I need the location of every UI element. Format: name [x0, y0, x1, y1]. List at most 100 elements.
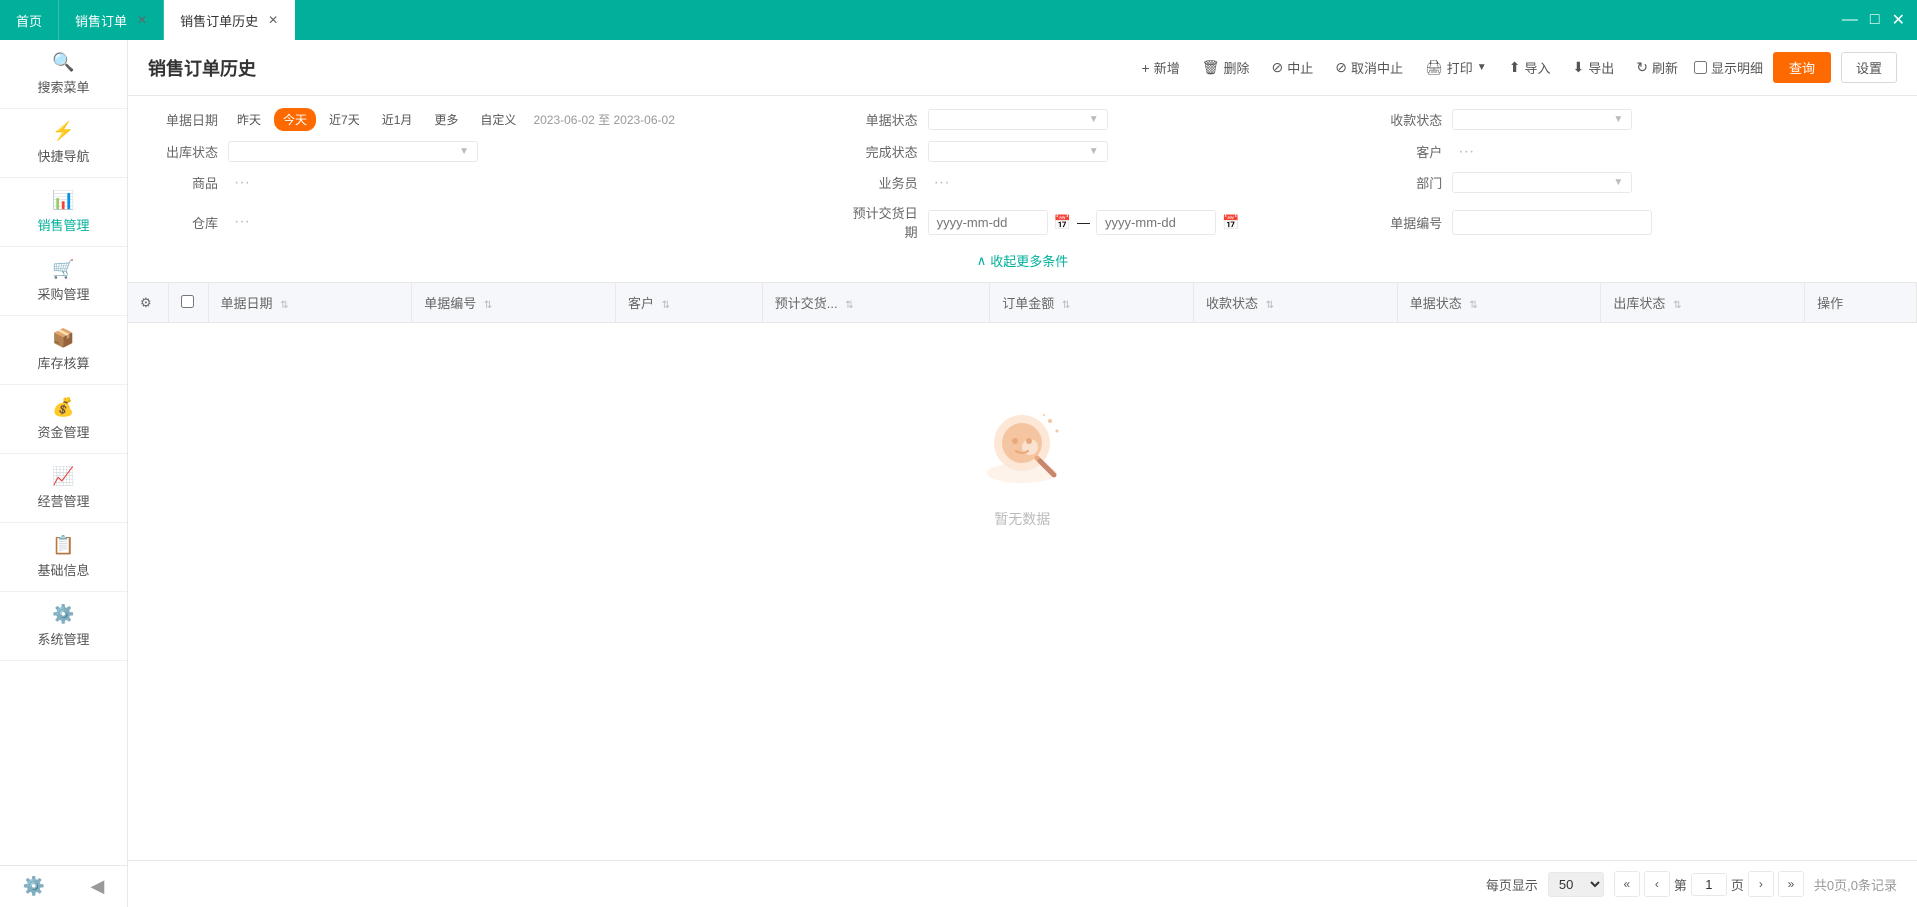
salesperson-dots-icon[interactable]: ··· [928, 174, 956, 192]
dept-label: 部门 [1372, 173, 1452, 192]
customer-control: ··· [1452, 143, 1897, 161]
print-button[interactable]: 🖨 打印 ▼ [1419, 54, 1493, 81]
tab-sales-order-history[interactable]: 销售订单历史 ✕ [164, 0, 295, 40]
goods-label: 商品 [148, 173, 228, 192]
table-cb-col[interactable] [168, 283, 208, 323]
show-detail-checkbox-area[interactable]: 显示明细 [1694, 58, 1763, 77]
sidebar-item-system[interactable]: ⚙️ 系统管理 [0, 592, 127, 661]
col-receipt-status[interactable]: 收款状态 ⇅ [1193, 283, 1397, 323]
order-no-input[interactable] [1452, 210, 1652, 235]
tab-sales-order[interactable]: 销售订单 ✕ [59, 0, 164, 40]
refresh-label: 刷新 [1652, 58, 1678, 77]
operations-icon: 📈 [52, 466, 74, 487]
sidebar-item-purchase[interactable]: 🛒 采购管理 [0, 247, 127, 316]
sidebar-item-finance[interactable]: 💰 资金管理 [0, 385, 127, 454]
delivery-date-to-input[interactable] [1096, 210, 1216, 235]
sidebar-item-basic-info-label: 基础信息 [37, 560, 89, 579]
customer-filter-section: 客户 ··· [1372, 142, 1897, 161]
prev-page-button[interactable]: ‹ [1644, 871, 1670, 897]
dept-select[interactable]: ▼ [1452, 172, 1632, 193]
sidebar-item-sales-label: 销售管理 [37, 215, 89, 234]
close-icon[interactable]: ✕ [1892, 10, 1905, 30]
order-status-label: 单据状态 [848, 110, 928, 129]
customer-dots-icon[interactable]: ··· [1452, 143, 1480, 161]
cancel-stop-button[interactable]: ⊘ 取消中止 [1329, 54, 1409, 81]
tab-sales-order-history-close[interactable]: ✕ [268, 13, 278, 27]
order-status-select[interactable]: ▼ [928, 109, 1108, 130]
calendar-to-icon[interactable]: 📅 [1222, 214, 1239, 231]
tab-sales-order-history-label: 销售订单历史 [180, 11, 258, 30]
sidebar-item-inventory[interactable]: 📦 库存核算 [0, 316, 127, 385]
complete-status-filter-section: 完成状态 ▼ [848, 141, 1373, 162]
complete-status-select[interactable]: ▼ [928, 141, 1108, 162]
col-customer[interactable]: 客户 ⇅ [615, 283, 762, 323]
col-action-label: 操作 [1817, 296, 1843, 311]
inventory-icon: 📦 [52, 328, 74, 349]
salesperson-control: ··· [928, 174, 1373, 192]
filter-area: 单据日期 昨天 今天 近7天 近1月 更多 自定义 2023-06-02 至 2… [128, 96, 1917, 283]
table-settings-col[interactable]: ⚙ [128, 283, 168, 323]
minimize-icon[interactable]: — [1842, 11, 1858, 29]
new-button[interactable]: + 新增 [1136, 54, 1186, 81]
date-btn-today[interactable]: 今天 [274, 108, 316, 131]
out-status-select[interactable]: ▼ [228, 141, 478, 162]
col-out-status-label: 出库状态 [1613, 296, 1665, 311]
tab-sales-order-label: 销售订单 [75, 11, 127, 30]
date-btn-7days[interactable]: 近7天 [320, 108, 369, 131]
date-btn-custom[interactable]: 自定义 [471, 108, 525, 131]
date-filter-section: 单据日期 昨天 今天 近7天 近1月 更多 自定义 2023-06-02 至 2… [148, 108, 848, 131]
col-order-no[interactable]: 单据编号 ⇅ [412, 283, 616, 323]
col-delivery[interactable]: 预计交货... ⇅ [762, 283, 989, 323]
print-icon: 🖨 [1425, 59, 1443, 76]
query-button[interactable]: 查询 [1773, 52, 1831, 83]
sidebar-collapse-icon[interactable]: ◀ [90, 876, 104, 897]
col-action: 操作 [1805, 283, 1917, 323]
date-btn-1month[interactable]: 近1月 [373, 108, 422, 131]
delivery-date-from-input[interactable] [928, 210, 1048, 235]
tab-home[interactable]: 首页 [0, 0, 59, 40]
date-btn-yesterday[interactable]: 昨天 [228, 108, 270, 131]
collapse-link[interactable]: ∧ 收起更多条件 [148, 251, 1897, 270]
sidebar-item-quicknav[interactable]: ⚡ 快捷导航 [0, 109, 127, 178]
dept-filter-section: 部门 ▼ [1372, 172, 1897, 193]
col-order-status[interactable]: 单据状态 ⇅ [1397, 283, 1601, 323]
stop-label: 中止 [1287, 58, 1313, 77]
next-page-button[interactable]: › [1748, 871, 1774, 897]
maximize-icon[interactable]: □ [1870, 11, 1880, 29]
refresh-button[interactable]: ↻ 刷新 [1630, 54, 1684, 81]
stop-button[interactable]: ⊘ 中止 [1266, 54, 1320, 81]
warehouse-dots-icon[interactable]: ··· [228, 213, 256, 231]
sidebar-item-operations[interactable]: 📈 经营管理 [0, 454, 127, 523]
order-no-filter-section: 单据编号 [1372, 210, 1897, 235]
cancel-stop-label: 取消中止 [1351, 58, 1403, 77]
last-page-button[interactable]: » [1778, 871, 1804, 897]
settings-button[interactable]: 设置 [1841, 52, 1897, 83]
sidebar-item-basic-info[interactable]: 📋 基础信息 [0, 523, 127, 592]
select-all-checkbox[interactable] [181, 295, 194, 308]
sidebar-settings-icon[interactable]: ⚙️ [23, 876, 45, 897]
page-input[interactable] [1691, 873, 1727, 896]
out-status-arrow-icon: ▼ [459, 146, 469, 157]
goods-dots-icon[interactable]: ··· [228, 174, 256, 192]
calendar-from-icon[interactable]: 📅 [1054, 214, 1071, 231]
export-button[interactable]: ⬇ 导出 [1566, 54, 1620, 81]
basic-info-icon: 📋 [52, 535, 74, 556]
show-detail-checkbox[interactable] [1694, 61, 1707, 74]
delivery-date-group: 📅 — 📅 [928, 210, 1240, 235]
col-date[interactable]: 单据日期 ⇅ [208, 283, 412, 323]
sidebar-item-search-label: 搜索菜单 [37, 77, 89, 96]
receipt-status-select[interactable]: ▼ [1452, 109, 1632, 130]
col-amount[interactable]: 订单金额 ⇅ [990, 283, 1194, 323]
tab-sales-order-close[interactable]: ✕ [137, 13, 147, 27]
delete-icon: 🗑 [1202, 59, 1220, 76]
col-out-status[interactable]: 出库状态 ⇅ [1601, 283, 1805, 323]
import-button[interactable]: ⬆ 导入 [1503, 54, 1557, 81]
date-btn-more[interactable]: 更多 [425, 108, 467, 131]
table-header-row: ⚙ 单据日期 ⇅ 单据编号 ⇅ 客户 ⇅ [128, 283, 1917, 323]
total-info: 共0页,0条记录 [1814, 875, 1897, 894]
first-page-button[interactable]: « [1614, 871, 1640, 897]
delete-button[interactable]: 🗑 删除 [1196, 54, 1256, 81]
sidebar-item-search[interactable]: 🔍 搜索菜单 [0, 40, 127, 109]
page-size-select[interactable]: 20 50 100 [1548, 872, 1604, 897]
sidebar-item-sales[interactable]: 📊 销售管理 [0, 178, 127, 247]
